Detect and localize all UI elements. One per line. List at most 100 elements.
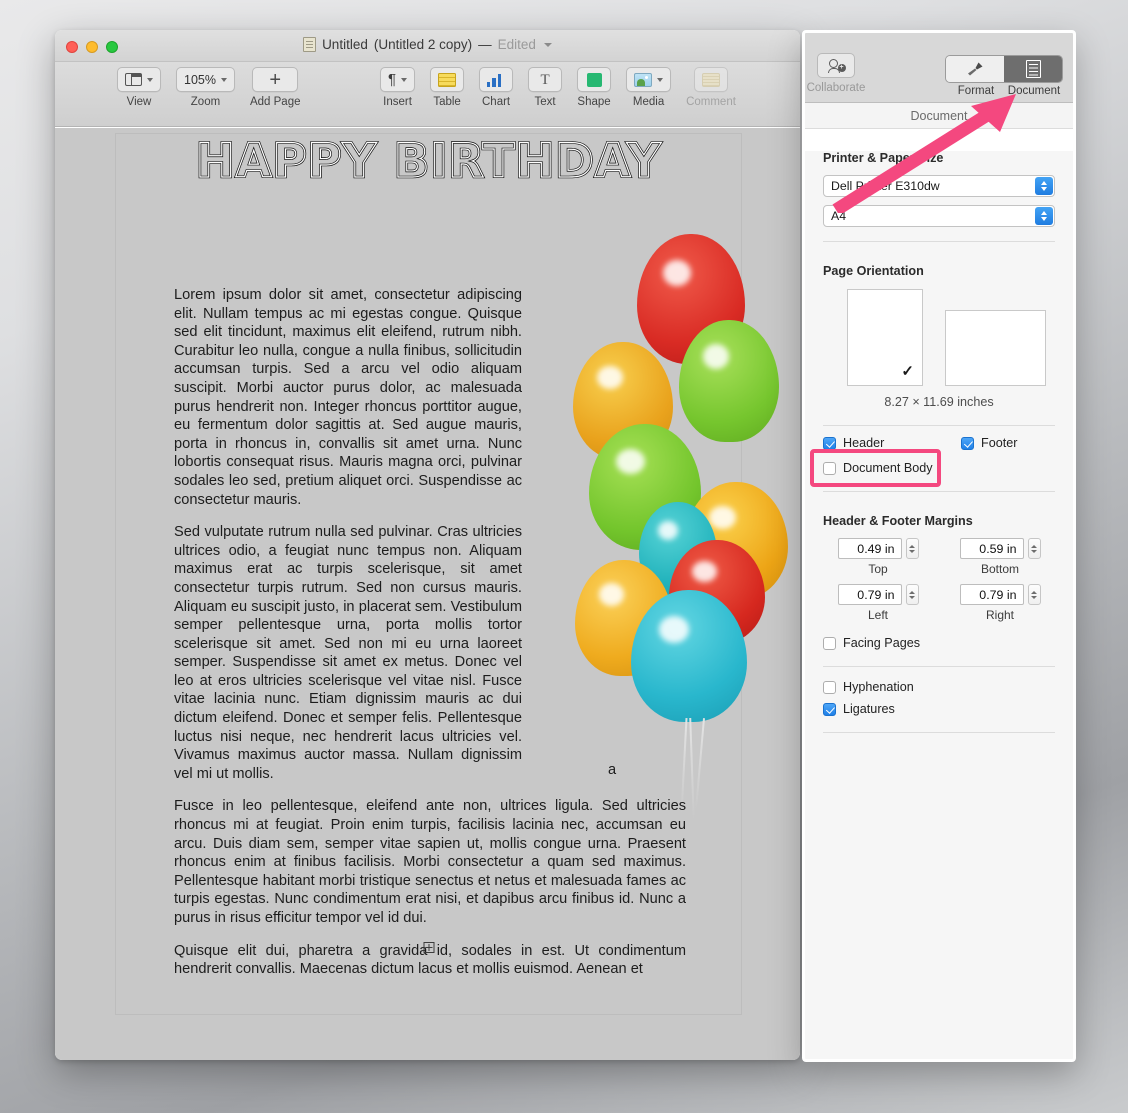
printer-select[interactable]: Dell Printer E310dw xyxy=(823,175,1055,197)
table-button[interactable] xyxy=(430,67,464,92)
document-lines-icon xyxy=(1026,60,1041,78)
margin-left-input[interactable]: 0.79 in xyxy=(838,584,902,605)
title-chevron-down-icon[interactable] xyxy=(544,43,552,47)
tab-format[interactable] xyxy=(946,56,1004,82)
insert-button[interactable]: ¶ xyxy=(380,67,415,92)
document-body-checkbox-row[interactable]: Document Body xyxy=(823,461,1055,475)
ligatures-checkbox[interactable] xyxy=(823,703,836,716)
toolbar-right-group: ¶ Insert Table Chart xyxy=(380,67,736,108)
text-button[interactable]: T xyxy=(528,67,562,92)
view-label: View xyxy=(127,96,152,108)
tab-document-label: Document xyxy=(1005,85,1063,97)
margin-right-input[interactable]: 0.79 in xyxy=(960,584,1024,605)
header-checkbox[interactable] xyxy=(823,437,836,450)
margin-top-input[interactable]: 0.49 in xyxy=(838,538,902,559)
paragraph: Fusce in leo pellentesque, eleifend ante… xyxy=(174,797,686,927)
header-label: Header xyxy=(843,436,884,450)
toolbar-add-page-item[interactable]: + Add Page xyxy=(250,67,301,108)
toolbar-comment-item[interactable]: Comment xyxy=(686,67,736,108)
document-title-name: Untitled xyxy=(322,37,368,52)
table-icon xyxy=(438,73,456,87)
add-page-button[interactable]: + xyxy=(252,67,298,92)
ligatures-row[interactable]: Ligatures xyxy=(823,702,1055,716)
zoom-value: 105% xyxy=(184,73,216,87)
margin-right-stepper[interactable] xyxy=(1028,584,1041,605)
document-body-label: Document Body xyxy=(843,461,933,475)
media-button[interactable] xyxy=(626,67,671,92)
printer-select-stepper-icon[interactable] xyxy=(1035,177,1053,195)
header-checkbox-row[interactable]: Header xyxy=(823,436,961,450)
text-label: Text xyxy=(535,96,556,108)
toolbar-chart-item[interactable]: Chart xyxy=(479,67,513,108)
toolbar-left-group: View 105% Zoom + Add Page xyxy=(117,67,301,108)
orientation-landscape-option[interactable] xyxy=(945,310,1046,386)
insert-label: Insert xyxy=(383,96,412,108)
document-file-icon xyxy=(303,37,316,52)
zoom-button[interactable]: 105% xyxy=(176,67,235,92)
inspector-subtitle: Document xyxy=(805,103,1073,129)
margin-top-stepper[interactable] xyxy=(906,538,919,559)
toolbar-text-item[interactable]: T Text xyxy=(528,67,562,108)
margin-left-stepper[interactable] xyxy=(906,584,919,605)
media-label: Media xyxy=(633,96,664,108)
paper-size-select[interactable]: A4 xyxy=(823,205,1055,227)
hyphenation-checkbox[interactable] xyxy=(823,681,836,694)
paper-dimensions-label: 8.27 × 11.69 inches xyxy=(823,395,1055,409)
toolbar-view-item[interactable]: View xyxy=(117,67,161,108)
toolbar-table-item[interactable]: Table xyxy=(430,67,464,108)
margin-bottom-stepper[interactable] xyxy=(1028,538,1041,559)
footer-label: Footer xyxy=(981,436,1017,450)
chart-button[interactable] xyxy=(479,67,513,92)
shape-button[interactable] xyxy=(577,67,611,92)
view-button[interactable] xyxy=(117,67,161,92)
media-icon xyxy=(634,73,652,87)
printer-paper-size-heading: Printer & Paper Size xyxy=(823,151,1055,165)
inspector-toolbar: + Collaborate Format Document xyxy=(805,33,1073,103)
add-page-label: Add Page xyxy=(250,96,301,108)
toolbar-media-item[interactable]: Media xyxy=(626,67,671,108)
printer-value: Dell Printer E310dw xyxy=(831,179,940,193)
chart-icon xyxy=(487,73,505,87)
plus-icon: + xyxy=(269,71,281,89)
comment-button[interactable] xyxy=(694,67,728,92)
toolbar-shape-item[interactable]: Shape xyxy=(577,67,611,108)
collaborate-button[interactable]: + xyxy=(817,53,855,78)
collaborate-item[interactable]: + Collaborate xyxy=(805,53,867,94)
facing-pages-row[interactable]: Facing Pages xyxy=(823,636,1055,650)
inspector-tab-labels: Format Document xyxy=(947,85,1063,97)
paper-size-select-stepper-icon[interactable] xyxy=(1035,207,1053,225)
margin-right-cell: 0.79 in Right xyxy=(945,584,1055,622)
divider xyxy=(823,666,1055,667)
margin-left-label: Left xyxy=(868,608,888,622)
chart-label: Chart xyxy=(482,96,510,108)
collaborate-person-add-icon: + xyxy=(828,58,845,73)
hyphenation-row[interactable]: Hyphenation xyxy=(823,680,1055,694)
comment-label: Comment xyxy=(686,96,736,108)
tab-document[interactable] xyxy=(1004,56,1062,82)
document-title-bar: Untitled (Untitled 2 copy) — Edited xyxy=(55,37,800,52)
margin-right-label: Right xyxy=(986,608,1014,622)
shape-label: Shape xyxy=(577,96,610,108)
document-body-text[interactable]: Lorem ipsum dolor sit amet, consectetur … xyxy=(174,286,686,993)
margin-bottom-cell: 0.59 in Bottom xyxy=(945,538,1055,576)
toolbar-zoom-item[interactable]: 105% Zoom xyxy=(176,67,235,108)
page-orientation-options: ✓ xyxy=(823,288,1055,386)
inspector-tab-group[interactable] xyxy=(945,55,1063,83)
footer-checkbox[interactable] xyxy=(961,437,974,450)
footer-checkbox-row[interactable]: Footer xyxy=(961,436,1017,450)
document-edited-status: Edited xyxy=(498,37,536,52)
toolbar-insert-item[interactable]: ¶ Insert xyxy=(380,67,415,108)
page-break-icon[interactable] xyxy=(423,942,434,953)
header-footer-margins-heading: Header & Footer Margins xyxy=(823,514,1055,528)
hyphenation-label: Hyphenation xyxy=(843,680,914,694)
orientation-portrait-option[interactable]: ✓ xyxy=(847,289,923,386)
margin-bottom-input[interactable]: 0.59 in xyxy=(960,538,1024,559)
facing-pages-checkbox[interactable] xyxy=(823,637,836,650)
window-titlebar: Untitled (Untitled 2 copy) — Edited xyxy=(55,30,800,62)
stray-character: a xyxy=(608,762,616,778)
document-body-checkbox[interactable] xyxy=(823,462,836,475)
balloon-green-right xyxy=(679,320,779,442)
portrait-check-icon: ✓ xyxy=(901,362,914,380)
document-page[interactable]: HAPPY BIRTHDAY Lorem ipsum dolor sit a xyxy=(116,134,741,1014)
document-canvas[interactable]: HAPPY BIRTHDAY Lorem ipsum dolor sit a xyxy=(55,128,800,1060)
